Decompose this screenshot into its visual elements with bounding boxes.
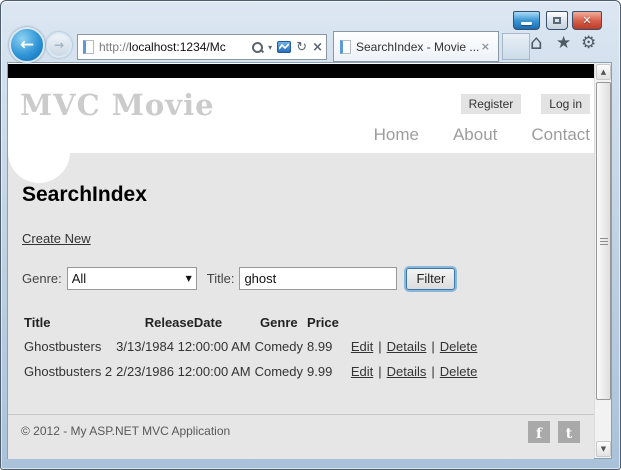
back-button[interactable]: ← — [9, 27, 45, 63]
maximize-button[interactable] — [546, 11, 568, 30]
edit-link[interactable]: Edit — [351, 339, 373, 354]
edit-link[interactable]: Edit — [351, 364, 373, 379]
top-black-bar — [8, 64, 611, 78]
col-header-actions — [341, 311, 480, 334]
register-button[interactable]: Register — [461, 94, 522, 114]
title-label: Title: — [207, 271, 235, 286]
table-row: Ghostbusters 3/13/1984 12:00:00 AM Comed… — [22, 334, 479, 359]
action-separator: | — [373, 339, 386, 354]
close-icon: ✕ — [582, 14, 591, 27]
genre-select[interactable]: All ▼ — [67, 267, 197, 290]
cell-genre: Comedy — [253, 334, 305, 359]
col-header-genre: Genre — [253, 311, 305, 334]
page-title: SearchIndex — [22, 183, 147, 207]
login-button[interactable]: Log in — [541, 94, 590, 114]
refresh-icon[interactable]: ↻ — [296, 40, 307, 55]
scroll-down-button[interactable]: ▼ — [596, 441, 611, 457]
action-separator: | — [426, 364, 439, 379]
cell-actions: Edit|Details|Delete — [341, 334, 480, 359]
tab-page-icon — [340, 40, 351, 54]
address-bar-icons: ▾ ↻ × — [251, 40, 323, 55]
site-logo[interactable]: MVC Movie — [20, 88, 215, 122]
delete-link[interactable]: Delete — [440, 339, 478, 354]
genre-selected-value: All — [72, 271, 86, 286]
minimize-icon — [521, 22, 532, 25]
minimize-button[interactable] — [513, 11, 540, 30]
browser-window: ✕ ← → http://localhost:1234/Mc ▾ ↻ × Se — [0, 0, 621, 470]
social-links: f t — [528, 421, 580, 443]
cell-title: Ghostbusters — [22, 334, 114, 359]
movies-table: Title ReleaseDate Genre Price Ghostbuste… — [22, 311, 479, 384]
nav-item-home[interactable]: Home — [374, 125, 419, 145]
auth-links: Register Log in — [461, 94, 590, 114]
twitter-icon[interactable]: t — [558, 421, 580, 443]
tab-title: SearchIndex - Movie ... — [356, 40, 479, 54]
address-bar[interactable]: http://localhost:1234/Mc ▾ ↻ × — [77, 34, 327, 60]
scrollbar-thumb[interactable] — [596, 82, 611, 400]
scroll-up-icon: ▲ — [601, 68, 606, 76]
genre-label: Genre: — [22, 271, 62, 286]
nav-item-about[interactable]: About — [453, 125, 497, 145]
page-viewport: MVC Movie Register Log in Home About Con… — [7, 62, 612, 459]
scroll-up-button[interactable]: ▲ — [596, 64, 611, 80]
facebook-icon[interactable]: f — [528, 421, 550, 443]
nav-item-contact[interactable]: Contact — [531, 125, 590, 145]
cell-price: 9.99 — [305, 359, 341, 384]
cell-genre: Comedy — [253, 359, 305, 384]
site-footer: © 2012 - My ASP.NET MVC Application f t — [8, 414, 594, 459]
forward-arrow-icon: → — [54, 39, 64, 51]
home-icon[interactable]: ⌂ — [530, 30, 543, 54]
maximize-icon — [553, 17, 561, 24]
url-rest: localhost:1234/Mc — [129, 40, 226, 54]
site-nav: Home About Contact — [374, 125, 590, 145]
search-icon[interactable] — [251, 41, 263, 53]
main-content: SearchIndex Create New Genre: All ▼ Titl… — [8, 153, 594, 414]
page-content: MVC Movie Register Log in Home About Con… — [8, 78, 594, 459]
details-link[interactable]: Details — [387, 339, 427, 354]
tab-close-icon[interactable]: × — [479, 40, 492, 53]
filter-form: Genre: All ▼ Title: Filter — [22, 267, 455, 290]
cell-actions: Edit|Details|Delete — [341, 359, 480, 384]
scrollbar-grip-icon — [600, 238, 608, 246]
table-header-row: Title ReleaseDate Genre Price — [22, 311, 479, 334]
action-separator: | — [426, 339, 439, 354]
delete-link[interactable]: Delete — [440, 364, 478, 379]
cell-title: Ghostbusters 2 — [22, 359, 114, 384]
autocomplete-caret-icon[interactable]: ▾ — [268, 43, 272, 52]
details-link[interactable]: Details — [387, 364, 427, 379]
col-header-releasedate: ReleaseDate — [114, 311, 252, 334]
col-header-price: Price — [305, 311, 341, 334]
compatibility-wave — [279, 43, 289, 51]
forward-button[interactable]: → — [46, 32, 72, 58]
cell-release-date: 2/23/1986 12:00:00 AM — [114, 359, 252, 384]
url-text[interactable]: http://localhost:1234/Mc — [99, 40, 249, 54]
stop-icon[interactable]: × — [312, 40, 323, 55]
new-tab-button[interactable] — [502, 33, 530, 60]
scroll-down-icon: ▼ — [601, 445, 606, 453]
cell-release-date: 3/13/1984 12:00:00 AM — [114, 334, 252, 359]
copyright-text: © 2012 - My ASP.NET MVC Application — [21, 424, 230, 438]
action-separator: | — [373, 364, 386, 379]
accent-circle — [8, 121, 70, 183]
table-row: Ghostbusters 2 2/23/1986 12:00:00 AM Com… — [22, 359, 479, 384]
select-caret-icon: ▼ — [186, 274, 192, 283]
browser-tab[interactable]: SearchIndex - Movie ... × — [333, 31, 499, 62]
browser-toolbar: ← → http://localhost:1234/Mc ▾ ↻ × Searc… — [1, 29, 620, 63]
cell-price: 8.99 — [305, 334, 341, 359]
tools-gear-icon[interactable]: ⚙ — [581, 33, 596, 53]
title-input[interactable] — [239, 267, 397, 290]
close-button[interactable]: ✕ — [572, 11, 602, 30]
create-new-link[interactable]: Create New — [22, 231, 91, 246]
page-icon — [83, 40, 94, 54]
url-scheme: http:// — [99, 40, 129, 54]
filter-button[interactable]: Filter — [406, 268, 455, 290]
site-header: MVC Movie Register Log in Home About Con… — [8, 78, 594, 153]
back-arrow-icon: ← — [20, 37, 34, 54]
vertical-scrollbar[interactable]: ▲ ▼ — [594, 63, 611, 458]
favorites-star-icon[interactable]: ★ — [556, 33, 571, 53]
compatibility-view-icon[interactable] — [277, 41, 291, 53]
col-header-title: Title — [22, 311, 114, 334]
